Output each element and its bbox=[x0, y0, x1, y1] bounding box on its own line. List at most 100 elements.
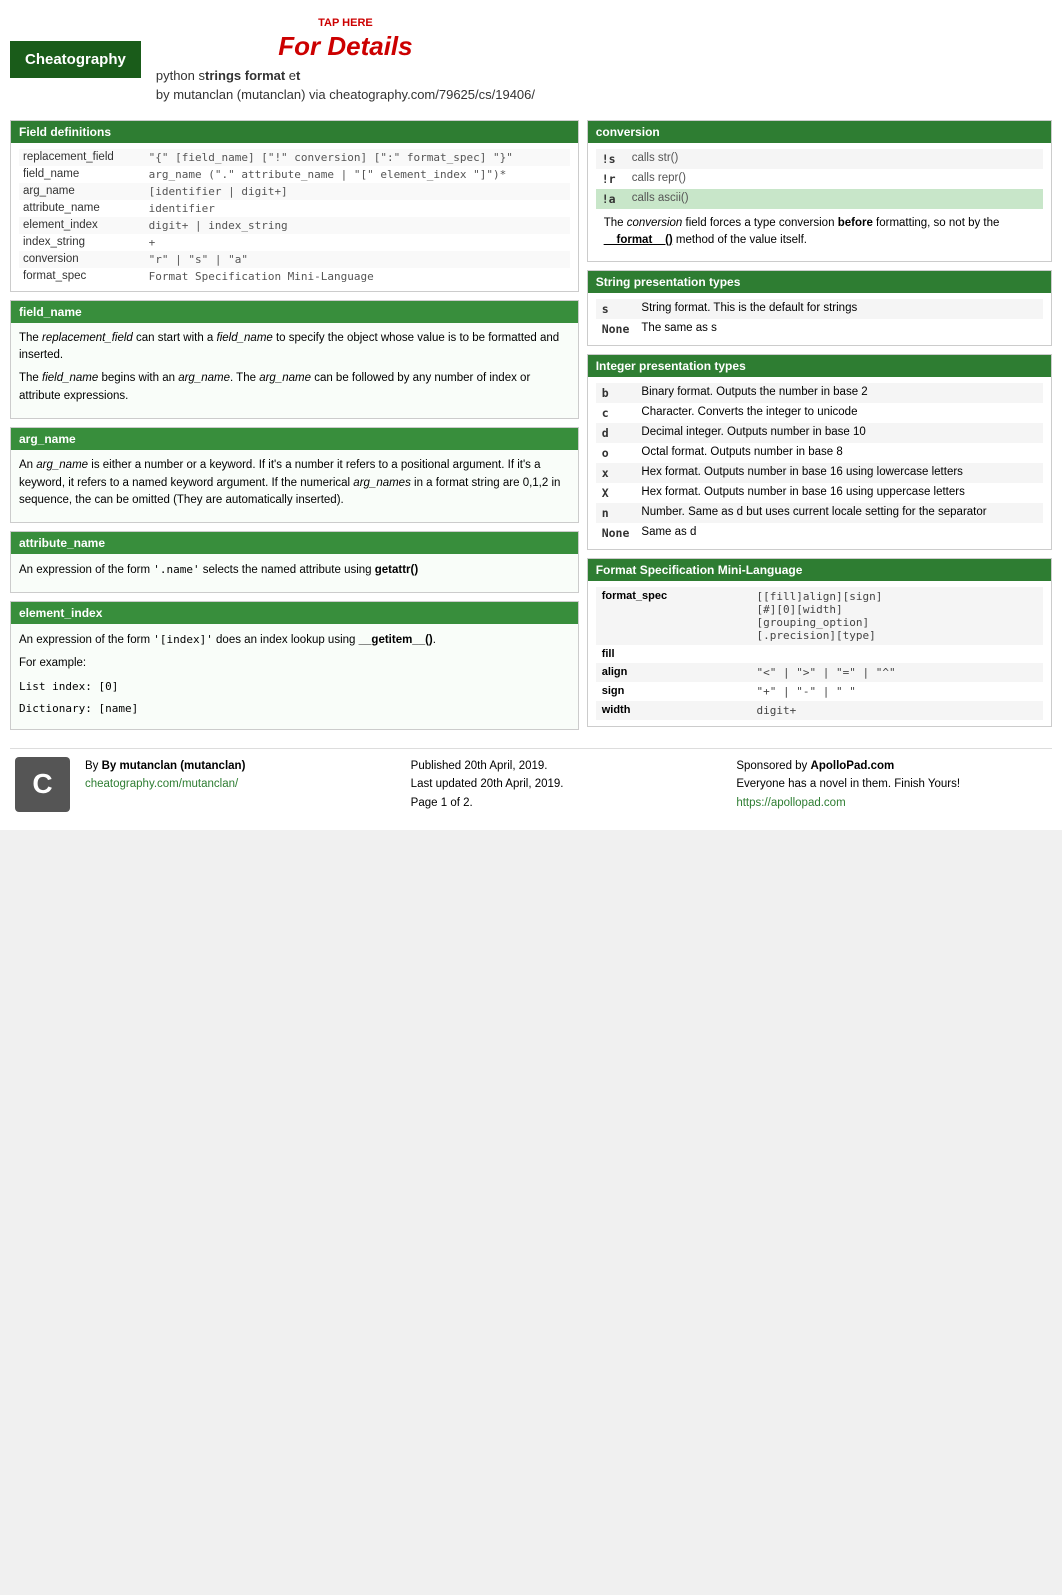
int-value: Octal format. Outputs number in base 8 bbox=[635, 443, 1043, 463]
conversion-row: !scalls str() bbox=[596, 149, 1043, 169]
int-key: X bbox=[596, 483, 636, 503]
fmt-row: widthdigit+ bbox=[596, 701, 1043, 720]
field-def-row: field_namearg_name ("." attribute_name |… bbox=[19, 166, 570, 183]
str-value: String format. This is the default for s… bbox=[635, 299, 1043, 319]
field-def-row: format_specFormat Specification Mini-Lan… bbox=[19, 268, 570, 285]
fmt-key: width bbox=[596, 701, 751, 720]
format-spec-body: format_spec[[fill]align][sign] [#][0][wi… bbox=[588, 581, 1051, 726]
attribute-name-header: attribute_name bbox=[11, 532, 578, 554]
int-key: b bbox=[596, 383, 636, 403]
attribute-name-body: An expression of the form '.name' select… bbox=[11, 554, 578, 592]
fmt-key: align bbox=[596, 663, 751, 682]
fmt-value: "<" | ">" | "=" | "^" bbox=[751, 663, 1043, 682]
field-def-row: arg_name[identifier | digit+] bbox=[19, 183, 570, 200]
left-column: Field definitions replacement_field"{" [… bbox=[10, 120, 579, 738]
fmt-key: sign bbox=[596, 682, 751, 701]
header: Cheatography TAP HERE For Details python… bbox=[10, 10, 1052, 110]
string-presentation-header: String presentation types bbox=[588, 271, 1051, 293]
field-definitions-table: replacement_field"{" [field_name] ["!" c… bbox=[19, 149, 570, 285]
fmt-value bbox=[751, 645, 1043, 663]
field-def-value: "r" | "s" | "a" bbox=[145, 251, 570, 268]
footer-author-text: By By mutanclan (mutanclan) bbox=[85, 757, 396, 775]
format-spec-section: Format Specification Mini-Language forma… bbox=[587, 558, 1052, 727]
footer-sponsor: Sponsored by ApolloPad.com Everyone has … bbox=[736, 757, 1047, 812]
arg-name-text: An arg_name is either a number or a keyw… bbox=[19, 457, 570, 510]
arg-name-header: arg_name bbox=[11, 428, 578, 450]
field-def-value: digit+ | index_string bbox=[145, 217, 570, 234]
footer-author: By By mutanclan (mutanclan) cheatography… bbox=[85, 757, 396, 794]
header-text: TAP HERE For Details python strings form… bbox=[156, 15, 535, 105]
int-key: d bbox=[596, 423, 636, 443]
field-def-name: element_index bbox=[19, 217, 145, 234]
int-value: Hex format. Outputs number in base 16 us… bbox=[635, 483, 1043, 503]
int-value: Binary format. Outputs the number in bas… bbox=[635, 383, 1043, 403]
field-def-name: format_spec bbox=[19, 268, 145, 285]
footer-sponsor-link[interactable]: https://apollopad.com bbox=[736, 794, 1047, 812]
field-def-row: element_indexdigit+ | index_string bbox=[19, 217, 570, 234]
attribute-name-section: attribute_name An expression of the form… bbox=[10, 531, 579, 593]
int-key: c bbox=[596, 403, 636, 423]
header-subtitle: python strings format et by mutanclan (m… bbox=[156, 68, 535, 103]
logo: Cheatography bbox=[10, 41, 141, 78]
int-pres-row: nNumber. Same as d but uses current loca… bbox=[596, 503, 1043, 523]
fmt-key: format_spec bbox=[596, 587, 751, 645]
field-def-name: field_name bbox=[19, 166, 145, 183]
field-def-name: index_string bbox=[19, 234, 145, 251]
element-index-header: element_index bbox=[11, 602, 578, 624]
str-key: None bbox=[596, 319, 636, 339]
fmt-row: align"<" | ">" | "=" | "^" bbox=[596, 663, 1043, 682]
field-definitions-header: Field definitions bbox=[11, 121, 578, 143]
footer-published: Published 20th April, 2019. bbox=[411, 757, 722, 775]
field-def-name: conversion bbox=[19, 251, 145, 268]
int-pres-row: cCharacter. Converts the integer to unic… bbox=[596, 403, 1043, 423]
fmt-row: sign"+" | "-" | " " bbox=[596, 682, 1043, 701]
field-name-header: field_name bbox=[11, 301, 578, 323]
conversion-row: !rcalls repr() bbox=[596, 169, 1043, 189]
conv-key: !s bbox=[596, 149, 626, 169]
field-name-body: The replacement_field can start with a f… bbox=[11, 323, 578, 418]
int-value: Character. Converts the integer to unico… bbox=[635, 403, 1043, 423]
footer-author-link[interactable]: cheatography.com/mutanclan/ bbox=[85, 775, 396, 793]
element-index-text2: For example: bbox=[19, 655, 570, 673]
conversion-section: conversion !scalls str()!rcalls repr()!a… bbox=[587, 120, 1052, 263]
fmt-value: digit+ bbox=[751, 701, 1043, 720]
int-key: o bbox=[596, 443, 636, 463]
footer-updated: Last updated 20th April, 2019. bbox=[411, 775, 722, 793]
arg-name-section: arg_name An arg_name is either a number … bbox=[10, 427, 579, 523]
field-def-value: Format Specification Mini-Language bbox=[145, 268, 570, 285]
footer-page: Page 1 of 2. bbox=[411, 794, 722, 812]
field-def-row: index_string + bbox=[19, 234, 570, 251]
int-pres-row: bBinary format. Outputs the number in ba… bbox=[596, 383, 1043, 403]
field-definitions-body: replacement_field"{" [field_name] ["!" c… bbox=[11, 143, 578, 291]
main-layout: Field definitions replacement_field"{" [… bbox=[10, 120, 1052, 738]
footer-author-name: By mutanclan (mutanclan) bbox=[102, 760, 246, 772]
conversion-header: conversion bbox=[588, 121, 1051, 143]
element-index-text4: Dictionary: [name] bbox=[19, 700, 570, 717]
footer-sponsor-title: Sponsored by ApolloPad.com bbox=[736, 757, 1047, 775]
string-presentation-body: sString format. This is the default for … bbox=[588, 293, 1051, 345]
string-presentation-table: sString format. This is the default for … bbox=[596, 299, 1043, 339]
field-def-name: arg_name bbox=[19, 183, 145, 200]
integer-presentation-section: Integer presentation types bBinary forma… bbox=[587, 354, 1052, 550]
str-key: s bbox=[596, 299, 636, 319]
right-column: conversion !scalls str()!rcalls repr()!a… bbox=[587, 120, 1052, 738]
int-key: n bbox=[596, 503, 636, 523]
attribute-name-text: An expression of the form '.name' select… bbox=[19, 561, 570, 580]
field-def-row: attribute_nameidentifier bbox=[19, 200, 570, 217]
footer-dates: Published 20th April, 2019. Last updated… bbox=[411, 757, 722, 812]
field-def-name: attribute_name bbox=[19, 200, 145, 217]
int-key: None bbox=[596, 523, 636, 543]
string-presentation-section: String presentation types sString format… bbox=[587, 270, 1052, 346]
field-def-row: conversion"r" | "s" | "a" bbox=[19, 251, 570, 268]
conv-value: calls repr() bbox=[626, 169, 1043, 189]
conv-value: calls str() bbox=[626, 149, 1043, 169]
field-def-value: [identifier | digit+] bbox=[145, 183, 570, 200]
int-value: Number. Same as d but uses current local… bbox=[635, 503, 1043, 523]
conversion-body: !scalls str()!rcalls repr()!acalls ascii… bbox=[588, 143, 1051, 262]
element-index-body: An expression of the form '[index]' does… bbox=[11, 624, 578, 729]
fmt-value: "+" | "-" | " " bbox=[751, 682, 1043, 701]
header-byline: by mutanclan (mutanclan) via cheatograph… bbox=[156, 87, 535, 102]
footer-sponsor-text: Everyone has a novel in them. Finish You… bbox=[736, 775, 1047, 793]
int-value: Decimal integer. Outputs number in base … bbox=[635, 423, 1043, 443]
int-pres-row: XHex format. Outputs number in base 16 u… bbox=[596, 483, 1043, 503]
